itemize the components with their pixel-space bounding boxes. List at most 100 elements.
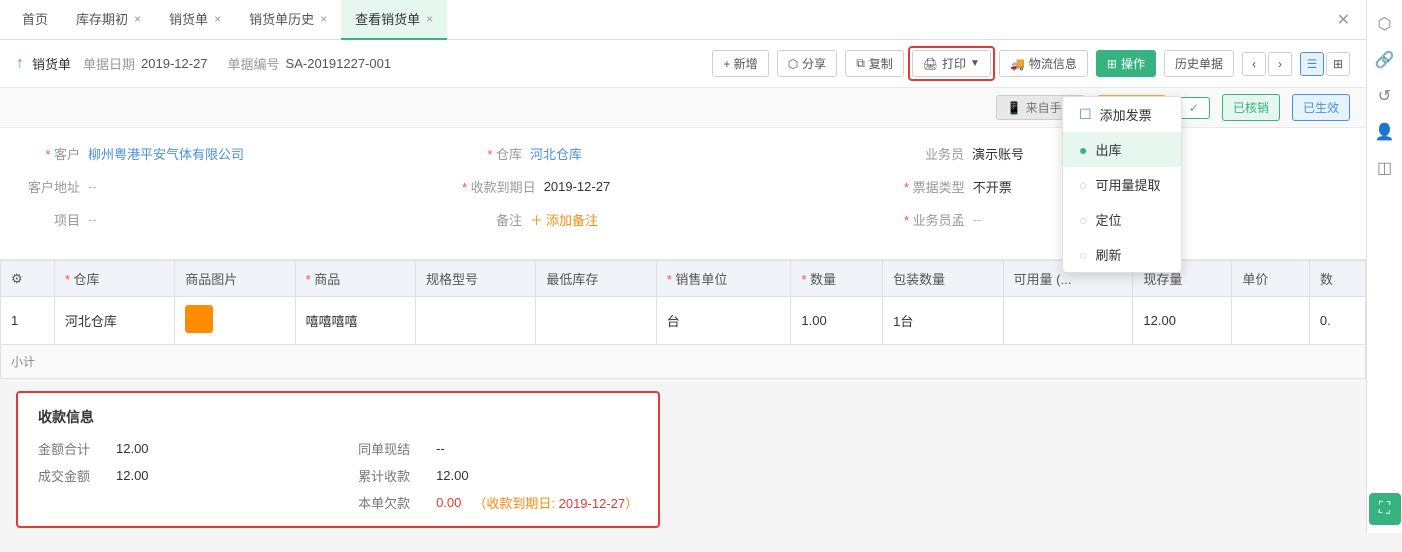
due-date-value: 2019-12-27	[559, 496, 626, 511]
logistics-icon: 🚚	[1010, 57, 1025, 71]
phone-icon: 📱	[1007, 101, 1022, 115]
operate-button[interactable]: ⊞ 操作	[1096, 50, 1156, 77]
check-button[interactable]: ✓	[1178, 97, 1210, 119]
payment-info-title: 收款信息	[38, 407, 638, 427]
col-quantity: 数量	[791, 261, 883, 297]
tab-sales-history[interactable]: 销货单历史 ×	[235, 0, 341, 40]
nav-prev-button[interactable]: ‹	[1242, 52, 1266, 76]
sold-button[interactable]: 已核销	[1222, 94, 1280, 121]
copy-button[interactable]: ⧉ 复制	[845, 50, 904, 77]
bottom-area: 收款信息 金额合计 12.00 同单现结 -- 成交金额 12.00 累计收款 …	[0, 379, 1366, 552]
row-warehouse: 河北仓库	[54, 297, 174, 345]
print-button[interactable]: 🖨 打印 ▼	[912, 50, 991, 77]
view-grid-button[interactable]: ⊞	[1326, 52, 1350, 76]
print-dropdown-arrow: ▼	[970, 58, 980, 69]
customer-field: 客户 柳州粤港平安气体有限公司	[20, 144, 462, 163]
share-button[interactable]: ⬡ 分享	[777, 50, 838, 77]
dropdown-add-invoice[interactable]: ☐ 添加发票	[1063, 97, 1181, 132]
amount-total-label: 金额合计	[38, 439, 108, 458]
toolbar-actions: + 新增 ⬡ 分享 ⧉ 复制 🖨 打印 ▼ 🚚 物流信息	[712, 50, 1350, 77]
customer-value[interactable]: 柳州粤港平安气体有限公司	[88, 144, 244, 163]
locate-icon: ○	[1079, 212, 1087, 228]
sidebar-link-icon[interactable]: 🔗	[1369, 44, 1401, 76]
cumulative-payment-row: 累计收款 12.00	[358, 466, 638, 485]
effective-button[interactable]: 已生效	[1292, 94, 1350, 121]
dropdown-out-stock[interactable]: ● 出库	[1063, 132, 1181, 167]
dropdown-available-qty[interactable]: ○ 可用量提取	[1063, 167, 1181, 202]
tab-home[interactable]: 首页	[8, 0, 62, 40]
outstanding-note: （收款到期日: 2019-12-27）	[473, 493, 638, 512]
doc-number: 单据编号 SA-20191227-001	[228, 54, 392, 73]
col-product: 商品	[295, 261, 415, 297]
warehouse-field: 仓库 河北仓库	[462, 144, 904, 163]
add-note-icon: ＋	[530, 210, 543, 229]
view-list-button[interactable]: ☰	[1300, 52, 1324, 76]
dropdown-locate[interactable]: ○ 定位	[1063, 202, 1181, 237]
sidebar-data-icon[interactable]: ◫	[1369, 152, 1401, 184]
deal-amount-label: 成交金额	[38, 466, 108, 485]
row-stock: 12.00	[1133, 297, 1232, 345]
row-unit-price	[1232, 297, 1310, 345]
tab-inventory[interactable]: 库存期初 ×	[62, 0, 155, 40]
nav-arrows: ‹ ›	[1242, 52, 1292, 76]
close-tab-view-sales[interactable]: ×	[426, 12, 433, 26]
dropdown-refresh[interactable]: ○ 刷新	[1063, 237, 1181, 272]
payment-info-grid: 金额合计 12.00 同单现结 -- 成交金额 12.00 累计收款 12.00	[38, 439, 638, 512]
row-sales-unit: 台	[656, 297, 791, 345]
sidebar-refresh-icon[interactable]: ↺	[1369, 80, 1401, 112]
logistics-button[interactable]: 🚚 物流信息	[999, 50, 1088, 77]
tab-bar: 首页 库存期初 × 销货单 × 销货单历史 × 查看销货单 × ✕	[0, 0, 1366, 40]
close-tab-sales[interactable]: ×	[214, 12, 221, 26]
toolbar: ↑ 销货单 单据日期 2019-12-27 单据编号 SA-20191227-0…	[0, 40, 1366, 88]
deal-amount-value: 12.00	[116, 468, 149, 483]
same-order-label: 同单现结	[358, 439, 428, 458]
amount-total-row: 金额合计 12.00	[38, 439, 318, 458]
sidebar-fullscreen-icon[interactable]: ⛶	[1369, 493, 1401, 525]
nav-next-button[interactable]: ›	[1268, 52, 1292, 76]
col-amount: 数	[1309, 261, 1365, 297]
print-area: 🖨 打印 ▼	[912, 50, 991, 77]
note-label: 备注	[462, 210, 522, 229]
row-min-stock	[536, 297, 656, 345]
add-invoice-icon: ☐	[1079, 106, 1092, 123]
staff2-value: --	[973, 212, 982, 227]
warehouse-value[interactable]: 河北仓库	[530, 144, 582, 163]
col-warehouse: 仓库	[54, 261, 174, 297]
row-available	[1003, 297, 1133, 345]
check-icon: ✓	[1189, 101, 1199, 115]
product-image	[185, 305, 213, 333]
subtotal-label: 小计	[1, 345, 1366, 379]
add-button[interactable]: + 新增	[712, 50, 768, 77]
cumulative-payment-value: 12.00	[436, 468, 469, 483]
close-window-icon[interactable]: ✕	[1329, 10, 1358, 30]
refresh-icon: ○	[1079, 247, 1087, 263]
doc-type-icon: ↑	[16, 55, 24, 73]
print-icon: 🖨	[923, 57, 938, 71]
col-pack-qty: 包装数量	[883, 261, 1003, 297]
tab-view-sales[interactable]: 查看销货单 ×	[341, 0, 447, 40]
row-spec	[415, 297, 535, 345]
subtotal-row: 小计	[1, 345, 1366, 379]
dropdown-menu: ☐ 添加发票 ● 出库 ○ 可用量提取 ○ 定位 ○ 刷新	[1062, 96, 1182, 273]
close-tab-sales-history[interactable]: ×	[320, 12, 327, 26]
staff-label: 业务员	[904, 144, 964, 163]
history-button[interactable]: 历史单据	[1164, 50, 1234, 77]
outstanding-label: 本单欠款	[358, 493, 428, 512]
sidebar-user-icon[interactable]: 👤	[1369, 116, 1401, 148]
available-qty-icon: ○	[1079, 177, 1087, 193]
staff-value: 演示账号	[972, 144, 1024, 163]
deal-amount-row: 成交金额 12.00	[38, 466, 318, 485]
row-quantity: 1.00	[791, 297, 883, 345]
payment-due-field: 收款到期日 2019-12-27	[462, 177, 904, 196]
close-tab-inventory[interactable]: ×	[134, 12, 141, 26]
sidebar-expand-icon[interactable]: ⬡	[1369, 8, 1401, 40]
warehouse-label: 仓库	[462, 144, 522, 163]
add-note-button[interactable]: ＋ 添加备注	[530, 210, 598, 229]
doc-meta: 单据日期 2019-12-27 单据编号 SA-20191227-001	[83, 54, 700, 73]
payment-due-value: 2019-12-27	[544, 179, 611, 194]
row-product: 嘻嘻嘻嘻	[295, 297, 415, 345]
tab-sales[interactable]: 销货单 ×	[155, 0, 235, 40]
table-row: 1 河北仓库 嘻嘻嘻嘻 台 1.00 1台 12.00 0.	[1, 297, 1366, 345]
staff2-label: 业务员孟	[904, 210, 965, 229]
out-stock-icon: ●	[1079, 142, 1087, 158]
